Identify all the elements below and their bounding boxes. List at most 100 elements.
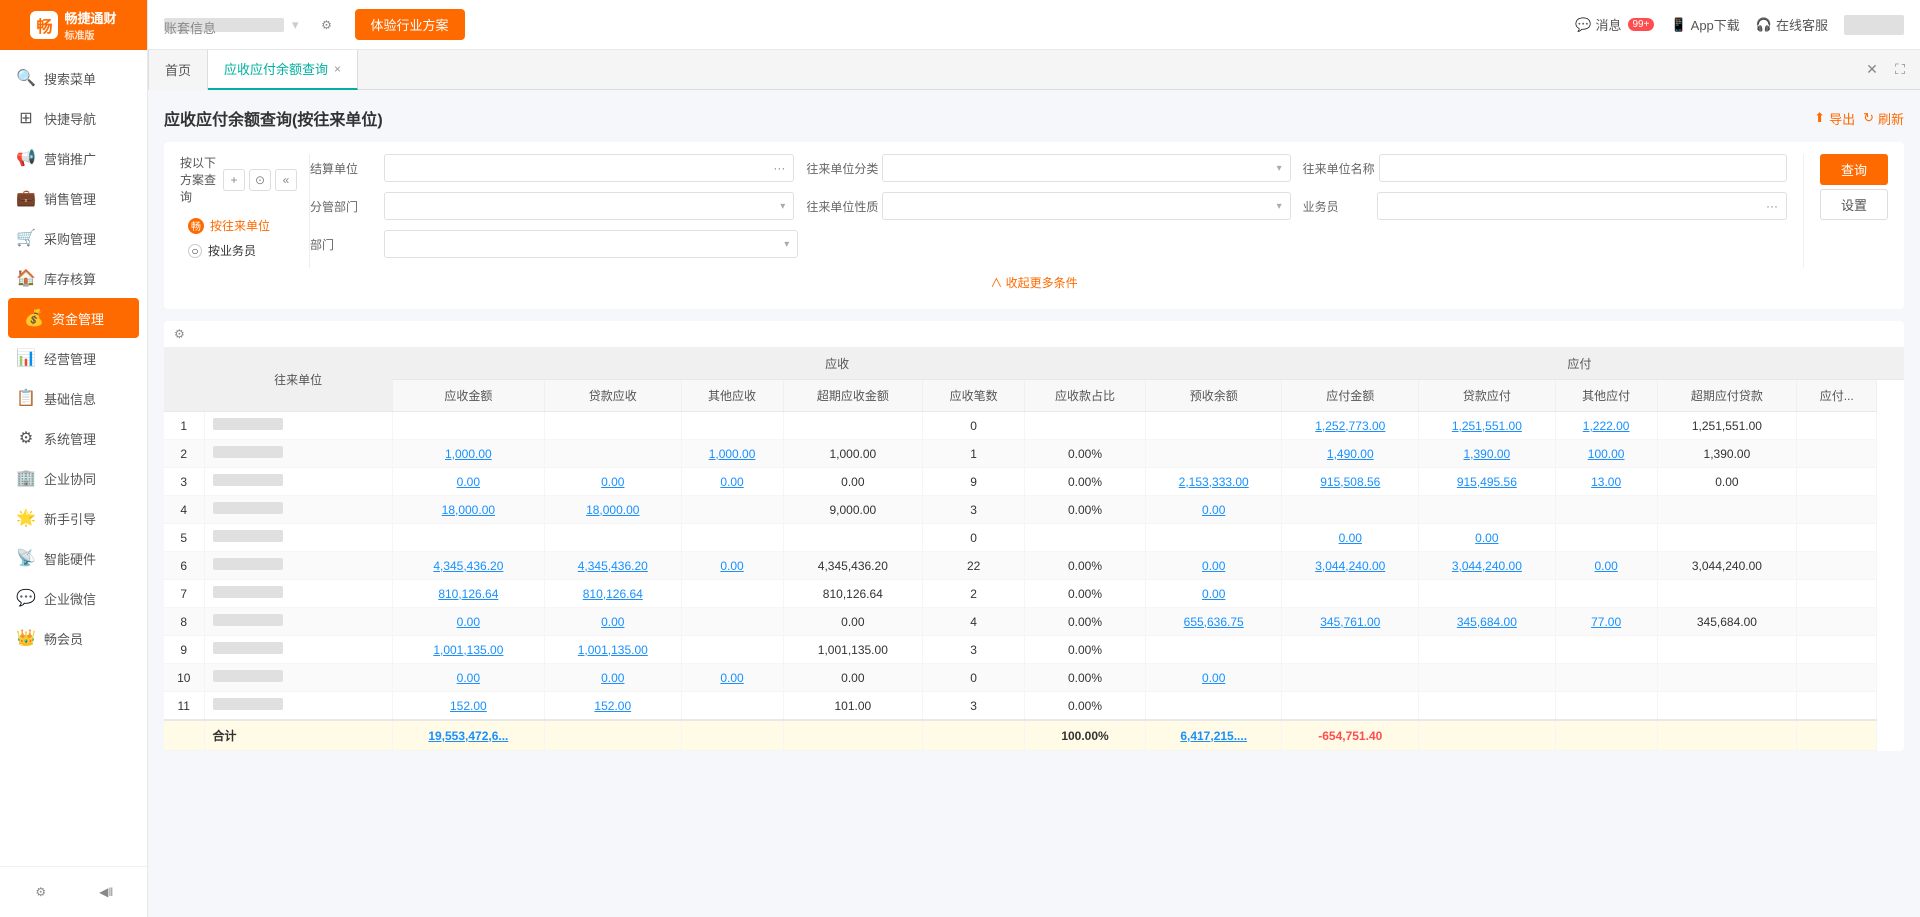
collapse-label: 收起更多条件 [1006, 276, 1078, 290]
sidebar-item-marketing[interactable]: 📢 营销推广 [0, 138, 147, 178]
td-ap-loan [1419, 496, 1556, 524]
sidebar-item-operation[interactable]: 📊 经营管理 [0, 338, 147, 378]
edit-scheme-btn[interactable]: ⊙ [249, 169, 271, 191]
table-row: 11 152.00 152.00 101.00 3 0.00% [164, 692, 1904, 721]
sidebar-item-sales[interactable]: 💼 销售管理 [0, 178, 147, 218]
th-ap-amount: 应付金额 [1282, 380, 1419, 412]
system-icon: ⚙ [16, 428, 36, 448]
td-ar-amount: 4,345,436.20 [392, 552, 544, 580]
online-service-btn[interactable]: 🎧 在线客服 [1756, 15, 1828, 34]
marketing-icon: 📢 [16, 148, 36, 168]
query-button[interactable]: 查询 [1820, 154, 1888, 185]
td-ar-prepaid: 0.00 [1145, 496, 1282, 524]
td-ar-overdue: 1,000.00 [783, 440, 923, 468]
footer-ar-amount[interactable]: 19,553,472,6... [392, 720, 544, 751]
dept2-select[interactable]: ▾ [384, 230, 798, 258]
th-ar-group: 应收 [392, 348, 1282, 380]
td-ar-amount: 810,126.64 [392, 580, 544, 608]
td-ap-amount: 345,761.00 [1282, 608, 1419, 636]
sidebar-item-nav[interactable]: ⊞ 快捷导航 [0, 98, 147, 138]
basic-icon: 📋 [16, 388, 36, 408]
sidebar-item-member[interactable]: 👑 畅会员 [0, 618, 147, 658]
settings-button[interactable]: 设置 [1820, 189, 1888, 220]
td-ap-more [1797, 636, 1877, 664]
sidebar-item-purchase[interactable]: 🛒 采购管理 [0, 218, 147, 258]
td-rownum: 5 [164, 524, 204, 552]
td-partner [204, 664, 392, 692]
logo-icon: 畅 [30, 11, 58, 39]
td-ap-loan: 1,251,551.00 [1419, 412, 1556, 440]
th-ar-count: 应收笔数 [923, 380, 1025, 412]
sidebar-item-hardware[interactable]: 📡 智能硬件 [0, 538, 147, 578]
footer-collapse-btn[interactable]: ◀‖ [78, 879, 136, 905]
refresh-btn[interactable]: ↻ 刷新 [1863, 109, 1904, 128]
td-ar-ratio: 0.00% [1025, 552, 1146, 580]
salesman-scheme-label: 按业务员 [208, 242, 256, 259]
td-ar-prepaid: 0.00 [1145, 664, 1282, 692]
table-settings-icon[interactable]: ⚙ [174, 327, 185, 341]
sidebar-item-inventory[interactable]: 🏠 库存核算 [0, 258, 147, 298]
scheme-by-salesman[interactable]: ○ 按业务员 [180, 238, 297, 263]
sidebar-item-basic[interactable]: 📋 基础信息 [0, 378, 147, 418]
scheme-by-partner[interactable]: 畅 按往来单位 [180, 213, 297, 238]
app-download-btn[interactable]: 📱 App下载 [1670, 15, 1739, 34]
td-ap-loan: 1,390.00 [1419, 440, 1556, 468]
td-ar-ratio: 0.00% [1025, 608, 1146, 636]
page-header: 应收应付余额查询(按往来单位) ⬆ 导出 ↻ 刷新 [164, 106, 1904, 130]
messages-btn[interactable]: 💬 消息 99+ [1575, 15, 1654, 34]
tab-close-btn[interactable]: × [334, 62, 341, 76]
collapse-bar[interactable]: ∧ 收起更多条件 [180, 268, 1888, 297]
filter-row-1: 结算单位 ··· 往来单位分类 ▾ 往来单位名称 [310, 154, 1787, 182]
td-ar-amount [392, 412, 544, 440]
td-ap-overdue: 0.00 [1657, 468, 1797, 496]
page-title: 应收应付余额查询(按往来单位) [164, 106, 383, 130]
partner-category-select[interactable]: ▾ [882, 154, 1290, 182]
tab-home[interactable]: 首页 [148, 50, 208, 90]
sidebar-item-guide[interactable]: 🌟 新手引导 [0, 498, 147, 538]
td-ap-other: 13.00 [1555, 468, 1657, 496]
settlement-unit-input[interactable]: ··· [384, 154, 794, 182]
dept-select[interactable]: ▾ [384, 192, 794, 220]
sidebar-item-finance[interactable]: 💰 资金管理 [8, 298, 139, 338]
sidebar-label-guide: 新手引导 [44, 509, 96, 528]
td-ar-count: 4 [923, 608, 1025, 636]
td-ar-prepaid [1145, 692, 1282, 721]
solution-btn[interactable]: 体验行业方案 [355, 9, 465, 40]
sidebar: 畅 畅捷通财 标准版 🔍 搜索菜单 ⊞ 快捷导航 📢 营销推广 💼 销售管理 🛒… [0, 0, 148, 917]
filter-area: 按以下方案查询 + ⊙ « 畅 按往来单位 ○ 按业务员 [164, 142, 1904, 309]
gear-btn[interactable]: ⚙ [311, 9, 343, 41]
td-ar-other [681, 608, 783, 636]
td-ar-ratio: 0.00% [1025, 468, 1146, 496]
td-ar-other: 1,000.00 [681, 440, 783, 468]
sidebar-item-system[interactable]: ⚙ 系统管理 [0, 418, 147, 458]
td-ar-overdue: 1,001,135.00 [783, 636, 923, 664]
td-ap-more [1797, 608, 1877, 636]
tab-ar-ap[interactable]: 应收应付余额查询 × [208, 50, 358, 90]
chevron-down-icon3: ▾ [1277, 201, 1282, 212]
salesman-input[interactable]: ··· [1377, 192, 1787, 220]
td-rownum: 8 [164, 608, 204, 636]
sidebar-item-wechat[interactable]: 💬 企业微信 [0, 578, 147, 618]
export-btn[interactable]: ⬆ 导出 [1814, 109, 1855, 128]
td-ap-other [1555, 664, 1657, 692]
td-rownum: 9 [164, 636, 204, 664]
maximize-window-btn[interactable]: ⛶ [1888, 58, 1912, 82]
th-ap-more [1877, 348, 1904, 380]
user-area[interactable] [1844, 15, 1904, 35]
footer-settings-btn[interactable]: ⚙ [12, 879, 70, 905]
th-ar-loan: 贷款应收 [544, 380, 681, 412]
footer-ar-prepaid[interactable]: 6,417,215.... [1145, 720, 1282, 751]
td-ap-overdue: 345,684.00 [1657, 608, 1797, 636]
sidebar-logo: 畅 畅捷通财 标准版 [0, 0, 147, 50]
sidebar-label-search: 搜索菜单 [44, 69, 96, 88]
guide-icon: 🌟 [16, 508, 36, 528]
expand-scheme-btn[interactable]: « [275, 169, 297, 191]
add-scheme-btn[interactable]: + [223, 169, 245, 191]
sidebar-item-search[interactable]: 🔍 搜索菜单 [0, 58, 147, 98]
close-window-btn[interactable]: ✕ [1860, 58, 1884, 82]
partner-nature-select[interactable]: ▾ [882, 192, 1290, 220]
sidebar-item-enterprise[interactable]: 🏢 企业协同 [0, 458, 147, 498]
td-ar-prepaid: 655,636.75 [1145, 608, 1282, 636]
sidebar-label-nav: 快捷导航 [44, 109, 96, 128]
partner-name-input[interactable] [1379, 154, 1787, 182]
